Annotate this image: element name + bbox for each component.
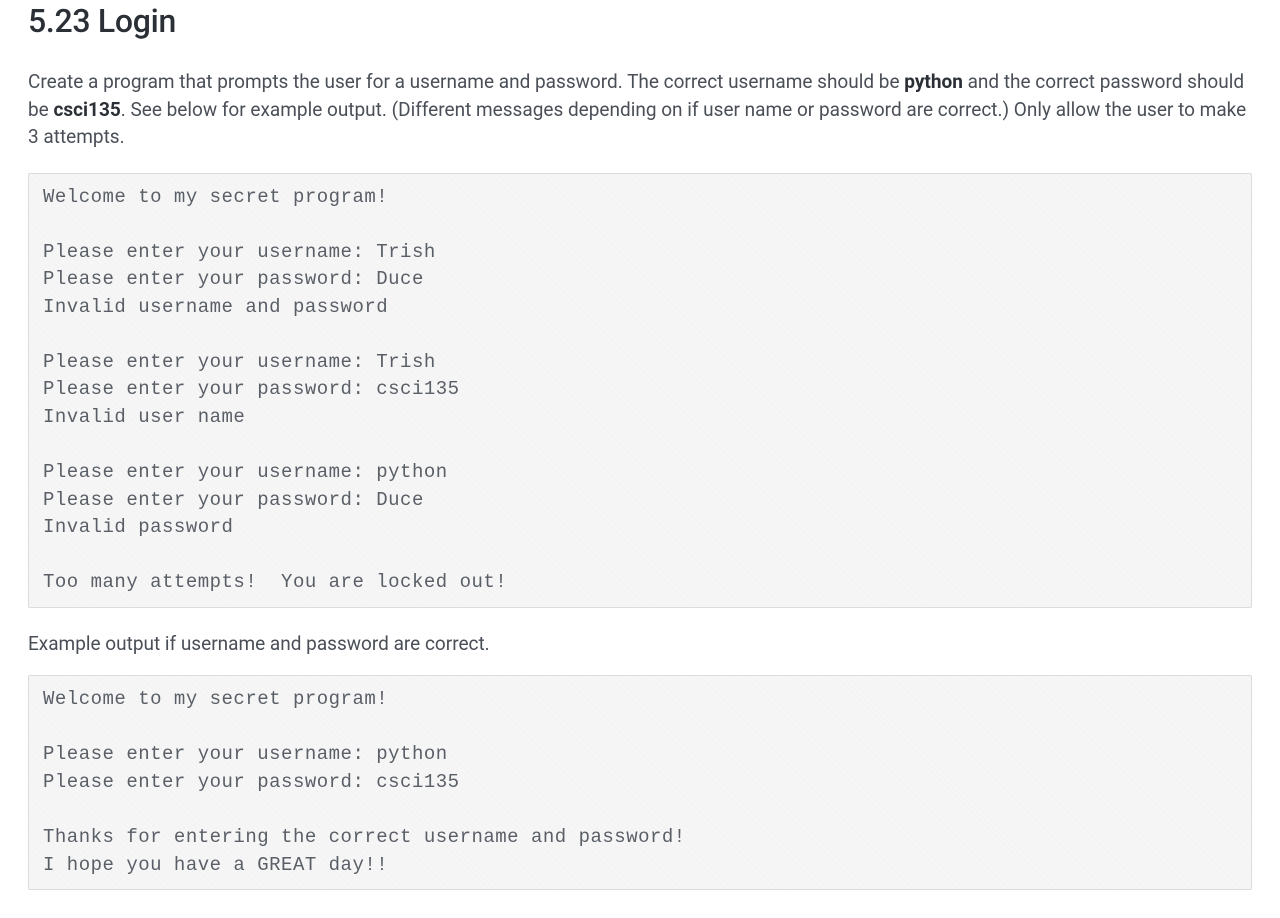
bold-password: csci135 (53, 98, 120, 121)
section-heading: 5.23 Login (28, 2, 1252, 40)
example-caption-2: Example output if username and password … (28, 630, 1252, 658)
example-output-block-1: Welcome to my secret program! Please ent… (28, 173, 1252, 608)
instructions-paragraph: Create a program that prompts the user f… (28, 68, 1252, 151)
instructions-text-prefix: Create a program that prompts the user f… (28, 70, 904, 93)
example-output-block-2: Welcome to my secret program! Please ent… (28, 675, 1252, 890)
instructions-text-suffix: . See below for example output. (Differe… (28, 98, 1246, 149)
bold-username: python (904, 70, 963, 93)
